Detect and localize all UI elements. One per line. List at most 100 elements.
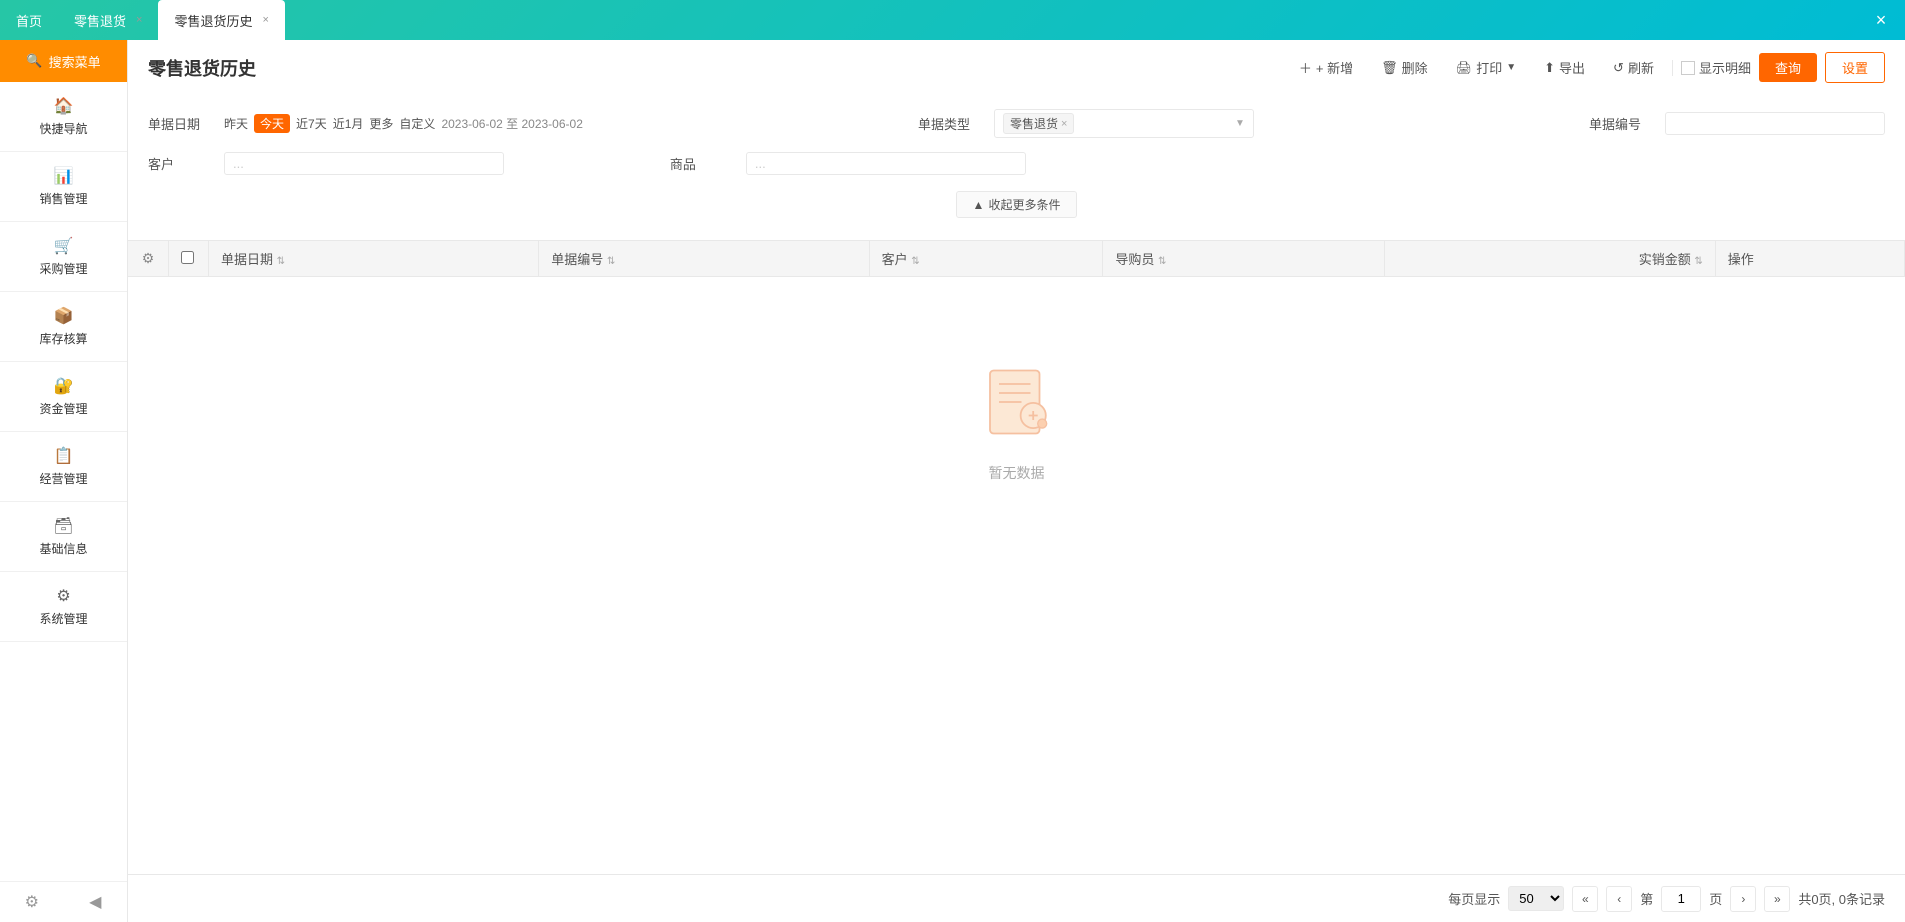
- th-guide-sort-icon[interactable]: ⇅: [1158, 256, 1166, 267]
- tab-home-label: 首页: [16, 11, 42, 30]
- th-no-label: 单据编号: [551, 252, 603, 267]
- search-icon: 🔍: [26, 53, 42, 69]
- tab-retail-return-history-label: 零售退货历史: [174, 11, 252, 30]
- last-page-button[interactable]: »: [1764, 886, 1790, 912]
- voucher-no-input[interactable]: [1665, 112, 1885, 135]
- date-range-display: 2023-06-02 至 2023-06-02: [441, 115, 582, 132]
- export-icon: ⬆: [1544, 60, 1555, 76]
- voucher-type-dropdown-icon: ▼: [1235, 118, 1245, 129]
- sidebar-item-finance[interactable]: 🔐 资金管理: [0, 362, 127, 432]
- sidebar-item-sales-mgmt[interactable]: 📊 销售管理: [0, 152, 127, 222]
- export-button[interactable]: ⬆ 导出: [1534, 53, 1595, 82]
- inventory-icon: 📦: [54, 306, 74, 326]
- table-header-row: ⚙ 单据日期 ⇅ 单据编号 ⇅: [128, 241, 1905, 277]
- sidebar-item-basic-info[interactable]: 🗃 基础信息: [0, 502, 127, 572]
- customer-input[interactable]: ...: [224, 152, 504, 175]
- filter-area: 单据日期 昨天 今天 近7天 近1月 更多 自定义 2023-06-02 至 2…: [148, 95, 1885, 240]
- th-customer: 客户 ⇅: [869, 241, 1103, 277]
- tab-retail-return[interactable]: 零售退货 ×: [58, 0, 158, 40]
- sidebar-item-operation[interactable]: 📋 经营管理: [0, 432, 127, 502]
- sidebar-item-label: 资金管理: [39, 400, 87, 417]
- page-number-input[interactable]: [1661, 886, 1701, 912]
- new-icon: ＋: [1299, 58, 1312, 77]
- collapse-icon: ▲: [973, 198, 985, 212]
- voucher-no-label: 单据编号: [1589, 114, 1645, 133]
- th-settings[interactable]: ⚙: [128, 241, 169, 277]
- table-settings-icon[interactable]: ⚙: [140, 251, 156, 267]
- show-detail-checkbox-box[interactable]: [1681, 61, 1695, 75]
- th-date: 单据日期 ⇅: [209, 241, 539, 277]
- sidebar: 🔍 搜索菜单 🏠 快捷导航 📊 销售管理 🛒 采购管理 📦 库存核算 🔐 资金管…: [0, 40, 128, 922]
- filter-row-1: 单据日期 昨天 今天 近7天 近1月 更多 自定义 2023-06-02 至 2…: [148, 105, 1885, 142]
- th-guide-label: 导购员: [1115, 252, 1154, 267]
- sidebar-item-quick-nav[interactable]: 🏠 快捷导航: [0, 82, 127, 152]
- per-page-label: 每页显示: [1448, 889, 1500, 908]
- th-checkbox[interactable]: [169, 241, 209, 277]
- tab-bar: 首页 零售退货 × 零售退货历史 ×: [0, 0, 1861, 40]
- page-header: 零售退货历史 ＋ + 新增 🗑 删除 🖨 打印 ▼: [128, 40, 1905, 241]
- th-customer-label: 客户: [882, 252, 908, 267]
- th-no-sort-icon[interactable]: ⇅: [607, 256, 615, 267]
- customer-filter-label: 客户: [148, 154, 204, 173]
- goods-input[interactable]: ...: [746, 152, 1026, 175]
- first-page-button[interactable]: «: [1572, 886, 1598, 912]
- sidebar-item-purchase-mgmt[interactable]: 🛒 采购管理: [0, 222, 127, 292]
- th-customer-sort-icon[interactable]: ⇅: [911, 256, 919, 267]
- sidebar-item-label: 库存核算: [39, 330, 87, 347]
- show-detail-checkbox[interactable]: 显示明细: [1681, 58, 1751, 77]
- purchase-mgmt-icon: 🛒: [54, 236, 74, 256]
- shortcut-7days[interactable]: 近7天: [296, 115, 327, 132]
- sidebar-item-system[interactable]: ⚙ 系统管理: [0, 572, 127, 642]
- tab-home[interactable]: 首页: [0, 0, 58, 40]
- main-layout: 🔍 搜索菜单 🏠 快捷导航 📊 销售管理 🛒 采购管理 📦 库存核算 🔐 资金管…: [0, 40, 1905, 922]
- voucher-type-remove[interactable]: ×: [1061, 118, 1067, 130]
- system-icon: ⚙: [54, 586, 74, 606]
- refresh-icon: ↺: [1613, 60, 1624, 76]
- sidebar-item-label: 系统管理: [39, 610, 87, 627]
- sidebar-collapse-btn[interactable]: ◀: [64, 882, 128, 922]
- content-area: 零售退货历史 ＋ + 新增 🗑 删除 🖨 打印 ▼: [128, 40, 1905, 922]
- sidebar-settings-btn[interactable]: ⚙: [0, 882, 64, 922]
- shortcut-custom[interactable]: 自定义: [399, 115, 435, 132]
- delete-button[interactable]: 🗑 删除: [1371, 53, 1438, 82]
- settings-button[interactable]: 设置: [1825, 52, 1885, 83]
- shortcut-more[interactable]: 更多: [369, 115, 393, 132]
- tab-retail-return-history[interactable]: 零售退货历史 ×: [158, 0, 284, 40]
- page-label: 第: [1640, 889, 1653, 908]
- finance-icon: 🔐: [54, 376, 74, 396]
- shortcut-1month[interactable]: 近1月: [333, 115, 364, 132]
- shortcut-today[interactable]: 今天: [254, 114, 290, 133]
- th-date-sort-icon[interactable]: ⇅: [277, 256, 285, 267]
- collapse-button[interactable]: ▲ 收起更多条件: [956, 191, 1078, 218]
- th-amount-label: 实销金额: [1639, 252, 1691, 267]
- tab-retail-return-history-close[interactable]: ×: [262, 14, 268, 26]
- per-page-select[interactable]: 50 20 100: [1508, 886, 1564, 911]
- prev-page-button[interactable]: ‹: [1606, 886, 1632, 912]
- empty-state-text: 暂无数据: [989, 463, 1045, 483]
- empty-state-icon: [972, 357, 1062, 447]
- date-filter-label: 单据日期: [148, 114, 204, 133]
- print-icon: 🖨: [1456, 60, 1473, 76]
- tab-retail-return-close[interactable]: ×: [136, 14, 142, 26]
- table-head: ⚙ 单据日期 ⇅ 单据编号 ⇅: [128, 241, 1905, 277]
- query-label: 查询: [1775, 61, 1801, 76]
- select-all-checkbox[interactable]: [181, 251, 194, 264]
- voucher-type-select[interactable]: 零售退货 × ▼: [994, 109, 1254, 138]
- tab-retail-return-label: 零售退货: [74, 11, 126, 30]
- sidebar-item-inventory[interactable]: 📦 库存核算: [0, 292, 127, 362]
- next-page-button[interactable]: ›: [1730, 886, 1756, 912]
- new-button[interactable]: ＋ + 新增: [1289, 53, 1363, 82]
- pagination-bar: 每页显示 50 20 100 « ‹ 第 页 › » 共0页, 0条记录: [128, 874, 1905, 922]
- query-button[interactable]: 查询: [1759, 53, 1817, 82]
- refresh-button[interactable]: ↺ 刷新: [1603, 53, 1664, 82]
- th-amount-sort-icon[interactable]: ⇅: [1694, 256, 1702, 267]
- print-button[interactable]: 🖨 打印 ▼: [1446, 53, 1526, 82]
- goods-filter-label: 商品: [670, 154, 726, 173]
- sidebar-search[interactable]: 🔍 搜索菜单: [0, 40, 127, 82]
- shortcut-yesterday[interactable]: 昨天: [224, 115, 248, 132]
- window-close-button[interactable]: ×: [1861, 10, 1901, 31]
- sidebar-bottom: ⚙ ◀: [0, 881, 127, 922]
- toolbar: ＋ + 新增 🗑 删除 🖨 打印 ▼ ⬆ 导出: [1289, 52, 1885, 83]
- refresh-label: 刷新: [1628, 58, 1654, 77]
- show-detail-label: 显示明细: [1699, 58, 1751, 77]
